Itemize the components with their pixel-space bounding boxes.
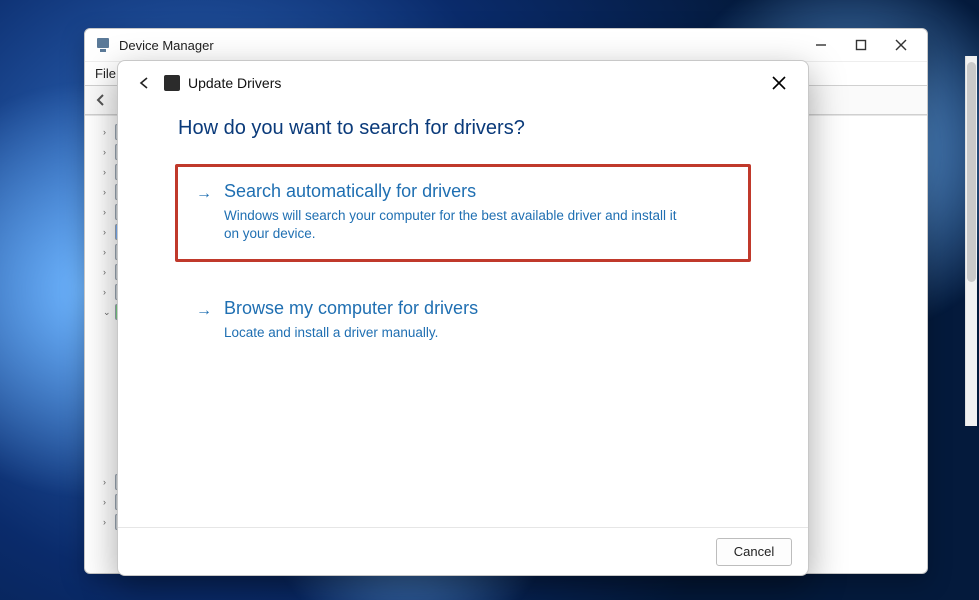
option-search-automatically[interactable]: → Search automatically for drivers Windo… — [175, 164, 751, 262]
dialog-back-button[interactable] — [130, 69, 158, 97]
titlebar: Device Manager — [85, 29, 927, 61]
dialog-headline: How do you want to search for drivers? — [178, 117, 748, 140]
menu-file[interactable]: File — [95, 66, 116, 81]
option-title: Browse my computer for drivers — [224, 298, 478, 319]
background-scrollbar[interactable] — [965, 56, 977, 426]
nav-back-button[interactable] — [89, 88, 113, 112]
scrollbar-thumb[interactable] — [967, 62, 976, 282]
dialog-title: Update Drivers — [188, 75, 281, 91]
window-title: Device Manager — [119, 38, 801, 53]
device-icon — [164, 75, 180, 91]
arrow-right-icon: → — [196, 185, 212, 203]
minimize-button[interactable] — [801, 31, 841, 59]
cancel-button[interactable]: Cancel — [716, 538, 792, 566]
dialog-body: How do you want to search for drivers? →… — [118, 105, 808, 527]
dialog-footer: Cancel — [118, 527, 808, 575]
dialog-header: Update Drivers — [118, 61, 808, 105]
close-button[interactable] — [881, 31, 921, 59]
option-browse-computer[interactable]: → Browse my computer for drivers Locate … — [178, 284, 748, 358]
arrow-right-icon: → — [196, 302, 212, 320]
option-description: Windows will search your computer for th… — [224, 207, 694, 243]
app-icon — [95, 37, 111, 53]
dialog-close-button[interactable] — [762, 66, 796, 100]
update-drivers-dialog: Update Drivers How do you want to search… — [117, 60, 809, 576]
option-title: Search automatically for drivers — [224, 181, 476, 202]
maximize-button[interactable] — [841, 31, 881, 59]
option-description: Locate and install a driver manually. — [224, 324, 694, 342]
